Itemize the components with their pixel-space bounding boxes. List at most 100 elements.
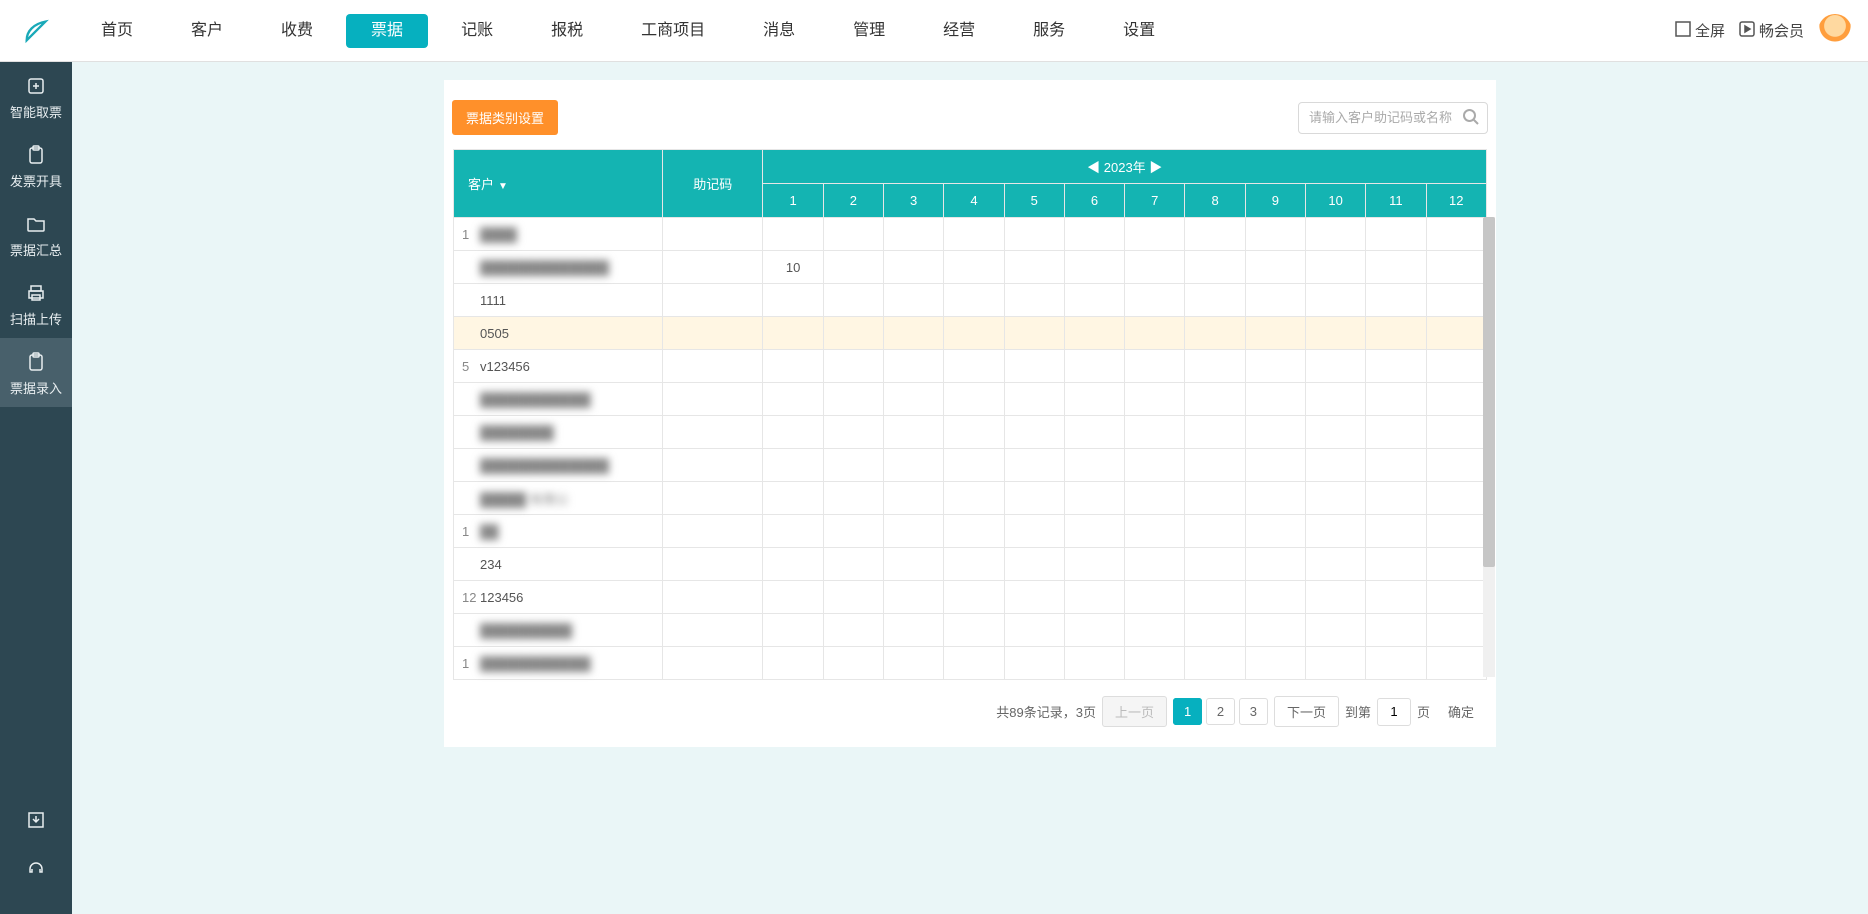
- cell-month[interactable]: [944, 251, 1004, 284]
- cell-month[interactable]: [944, 350, 1004, 383]
- cell-customer[interactable]: 12123456: [454, 581, 663, 614]
- cell-month[interactable]: [1064, 350, 1124, 383]
- cell-month[interactable]: [1366, 383, 1426, 416]
- nav-item-2[interactable]: 收费: [256, 14, 338, 48]
- cell-month[interactable]: [1426, 581, 1486, 614]
- col-month-3[interactable]: 3: [884, 184, 944, 218]
- cell-month[interactable]: [1125, 515, 1185, 548]
- table-row[interactable]: 0505: [454, 317, 1487, 350]
- table-row[interactable]: 12123456: [454, 581, 1487, 614]
- cell-month[interactable]: [884, 317, 944, 350]
- cell-month[interactable]: [1064, 383, 1124, 416]
- cell-month[interactable]: [1004, 218, 1064, 251]
- cell-month[interactable]: [944, 647, 1004, 680]
- cell-month[interactable]: [1306, 482, 1366, 515]
- nav-item-5[interactable]: 报税: [526, 14, 608, 48]
- cell-month[interactable]: [763, 482, 823, 515]
- cell-month[interactable]: [1185, 515, 1245, 548]
- cell-month[interactable]: [1306, 218, 1366, 251]
- cell-customer[interactable]: ██████████████: [454, 449, 663, 482]
- cell-month[interactable]: [1185, 482, 1245, 515]
- cell-month[interactable]: [944, 218, 1004, 251]
- cell-month[interactable]: [1426, 383, 1486, 416]
- cell-month[interactable]: [1185, 581, 1245, 614]
- cell-month[interactable]: [1004, 317, 1064, 350]
- cell-month[interactable]: [1064, 515, 1124, 548]
- cell-month[interactable]: [1426, 284, 1486, 317]
- cell-month[interactable]: [1426, 482, 1486, 515]
- cell-month[interactable]: [1064, 614, 1124, 647]
- cell-month[interactable]: [1306, 548, 1366, 581]
- cell-month[interactable]: [1245, 251, 1305, 284]
- cell-month[interactable]: [1125, 317, 1185, 350]
- cell-customer[interactable]: ████████████: [454, 383, 663, 416]
- cell-month[interactable]: [823, 383, 883, 416]
- cell-customer[interactable]: 5v123456: [454, 350, 663, 383]
- cell-month[interactable]: [823, 317, 883, 350]
- cell-month[interactable]: [1004, 449, 1064, 482]
- cell-month[interactable]: [1426, 218, 1486, 251]
- cell-month[interactable]: [823, 251, 883, 284]
- cell-month[interactable]: [1306, 383, 1366, 416]
- col-month-11[interactable]: 11: [1366, 184, 1426, 218]
- cell-month[interactable]: [1306, 581, 1366, 614]
- scrollbar-thumb[interactable]: [1483, 217, 1495, 567]
- cell-month[interactable]: [1064, 317, 1124, 350]
- cell-month[interactable]: [1004, 251, 1064, 284]
- cell-month[interactable]: [1004, 647, 1064, 680]
- cell-month[interactable]: [884, 251, 944, 284]
- cell-month[interactable]: [1064, 218, 1124, 251]
- table-row[interactable]: 1111: [454, 284, 1487, 317]
- cell-month[interactable]: [884, 482, 944, 515]
- cell-month[interactable]: [1245, 581, 1305, 614]
- cell-month[interactable]: [763, 548, 823, 581]
- cell-month[interactable]: [944, 449, 1004, 482]
- cell-month[interactable]: [944, 383, 1004, 416]
- table-row[interactable]: 1████: [454, 218, 1487, 251]
- col-month-7[interactable]: 7: [1125, 184, 1185, 218]
- jump-page-input[interactable]: [1377, 698, 1411, 726]
- nav-item-11[interactable]: 设置: [1098, 14, 1180, 48]
- cell-month[interactable]: [1185, 383, 1245, 416]
- cell-month[interactable]: [1185, 647, 1245, 680]
- nav-item-9[interactable]: 经营: [918, 14, 1000, 48]
- cell-month[interactable]: [1366, 515, 1426, 548]
- cell-month[interactable]: [1366, 614, 1426, 647]
- cell-month[interactable]: [884, 581, 944, 614]
- cell-month[interactable]: [763, 581, 823, 614]
- cell-month[interactable]: [944, 317, 1004, 350]
- cell-month[interactable]: [884, 284, 944, 317]
- cell-month[interactable]: [1366, 251, 1426, 284]
- table-row[interactable]: 234: [454, 548, 1487, 581]
- cell-customer[interactable]: ██████████████: [454, 251, 663, 284]
- table-row[interactable]: ██████████████: [454, 449, 1487, 482]
- cell-month[interactable]: [1426, 515, 1486, 548]
- col-month-12[interactable]: 12: [1426, 184, 1486, 218]
- sidebar-item-2[interactable]: 票据汇总: [0, 200, 72, 269]
- page-number-1[interactable]: 1: [1173, 698, 1202, 725]
- cell-month[interactable]: 10: [763, 251, 823, 284]
- cell-month[interactable]: [1125, 647, 1185, 680]
- cell-month[interactable]: [944, 581, 1004, 614]
- cell-month[interactable]: [884, 647, 944, 680]
- fullscreen-button[interactable]: 全屏: [1675, 20, 1725, 41]
- cell-month[interactable]: [763, 218, 823, 251]
- cell-month[interactable]: [1004, 482, 1064, 515]
- cell-customer[interactable]: ████████: [454, 416, 663, 449]
- cell-month[interactable]: [884, 350, 944, 383]
- search-icon[interactable]: [1462, 108, 1480, 131]
- page-number-2[interactable]: 2: [1206, 698, 1235, 725]
- cell-month[interactable]: [823, 350, 883, 383]
- table-row[interactable]: ██████████████ 10: [454, 251, 1487, 284]
- nav-item-1[interactable]: 客户: [166, 14, 248, 48]
- cell-month[interactable]: [1245, 218, 1305, 251]
- page-number-3[interactable]: 3: [1239, 698, 1268, 725]
- cell-month[interactable]: [823, 482, 883, 515]
- cell-month[interactable]: [763, 317, 823, 350]
- cell-month[interactable]: [884, 548, 944, 581]
- cell-month[interactable]: [884, 218, 944, 251]
- cell-month[interactable]: [1245, 548, 1305, 581]
- cell-month[interactable]: [763, 383, 823, 416]
- cell-month[interactable]: [1004, 515, 1064, 548]
- cell-month[interactable]: [1366, 581, 1426, 614]
